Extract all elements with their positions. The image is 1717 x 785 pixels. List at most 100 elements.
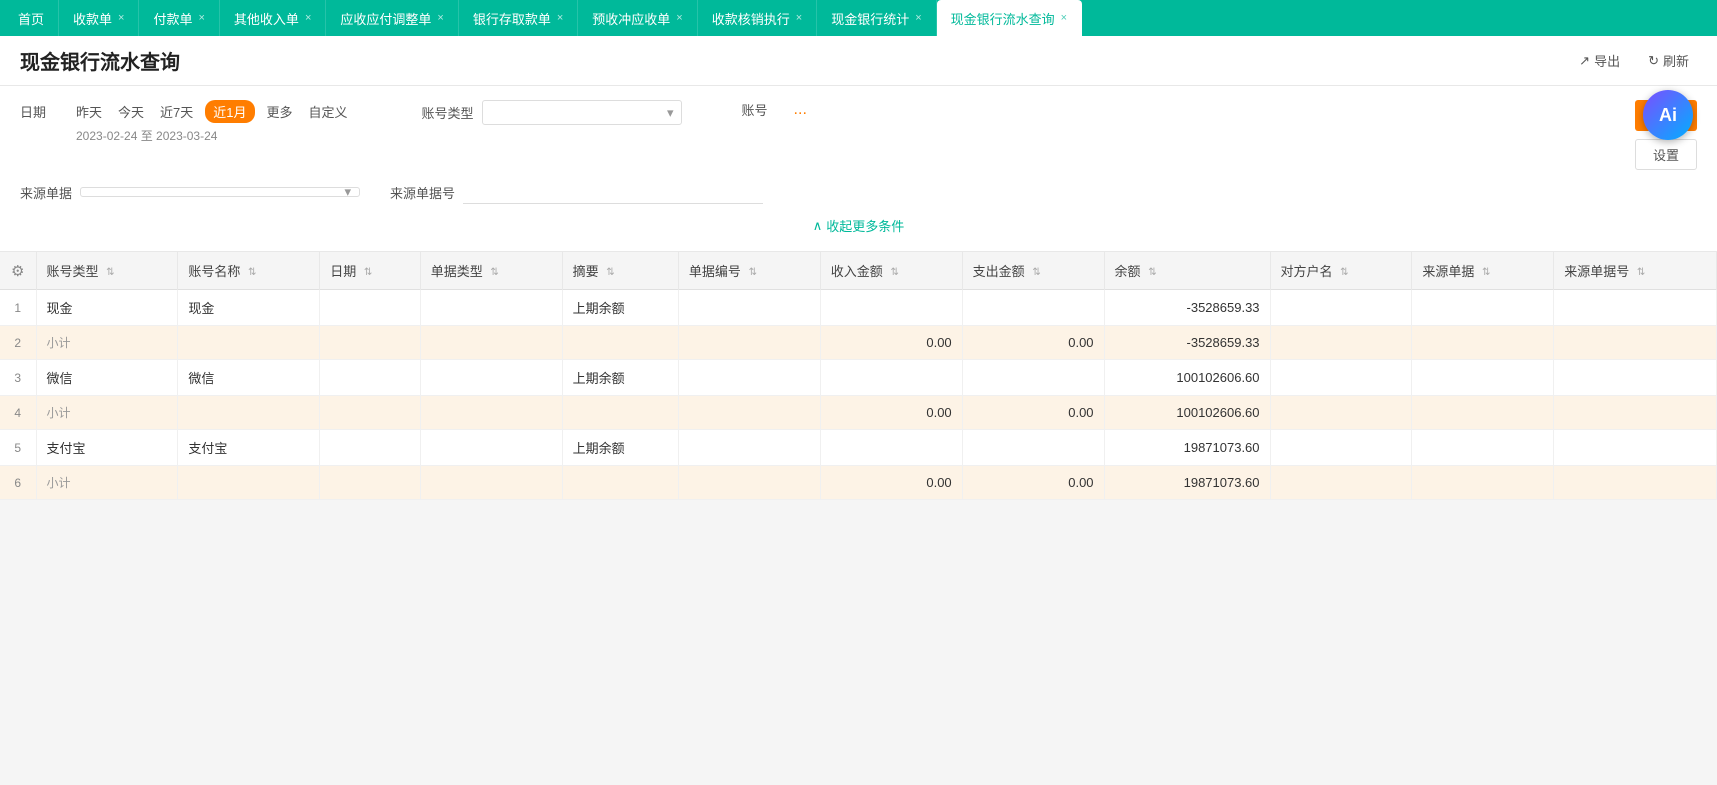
- filter-area: 日期 昨天 今天 近7天 近1月 更多 自定义 2023-02-24 至 202…: [0, 86, 1717, 252]
- column-source-doc[interactable]: 来源单据 ⇅: [1412, 252, 1554, 290]
- column-date[interactable]: 日期 ⇅: [320, 252, 420, 290]
- cell-balance: 19871073.60: [1104, 466, 1270, 500]
- row-number: 6: [0, 466, 36, 500]
- column-income[interactable]: 收入金额 ⇅: [820, 252, 962, 290]
- cell-expense: 0.00: [962, 326, 1104, 360]
- collapse-row[interactable]: ∧ 收起更多条件: [20, 212, 1697, 243]
- cell-expense: 0.00: [962, 396, 1104, 430]
- column-account-type[interactable]: 账号类型 ⇅: [36, 252, 178, 290]
- table-header-row: ⚙ 账号类型 ⇅ 账号名称 ⇅ 日期 ⇅ 单据类型 ⇅: [0, 252, 1717, 290]
- table-body: 1现金现金上期余额-3528659.332小计0.000.00-3528659.…: [0, 290, 1717, 500]
- nav-tab-6[interactable]: 收款核销执行 ×: [698, 0, 817, 36]
- dots-button[interactable]: ...: [794, 101, 807, 119]
- sort-arrows: ⇅: [1032, 267, 1040, 278]
- column-summary[interactable]: 摘要 ⇅: [562, 252, 678, 290]
- top-nav: 首页 收款单 × 付款单 × 其他收入单 × 应收应付调整单 × 银行存取款单 …: [0, 0, 1717, 36]
- cell-expense: [962, 360, 1104, 396]
- nav-tab-2[interactable]: 其他收入单 ×: [220, 0, 326, 36]
- cell-account-type: 小计: [36, 396, 178, 430]
- cell-account-type: 现金: [36, 290, 178, 326]
- date-1month[interactable]: 近1月: [205, 100, 254, 123]
- close-icon[interactable]: ×: [557, 12, 563, 24]
- column-balance[interactable]: 余额 ⇅: [1104, 252, 1270, 290]
- column-doc-type[interactable]: 单据类型 ⇅: [420, 252, 562, 290]
- cell-account-name: [178, 326, 320, 360]
- cell-account-type: 小计: [36, 326, 178, 360]
- nav-tab-4[interactable]: 银行存取款单 ×: [459, 0, 578, 36]
- row-number: 5: [0, 430, 36, 466]
- data-table: ⚙ 账号类型 ⇅ 账号名称 ⇅ 日期 ⇅ 单据类型 ⇅: [0, 252, 1717, 500]
- nav-tab-1[interactable]: 付款单 ×: [139, 0, 219, 36]
- close-icon[interactable]: ×: [118, 12, 124, 24]
- cell-account-name: [178, 396, 320, 430]
- table-row: 6小计0.000.0019871073.60: [0, 466, 1717, 500]
- row-number: 1: [0, 290, 36, 326]
- nav-home[interactable]: 首页: [4, 0, 59, 36]
- cell-account-type: 支付宝: [36, 430, 178, 466]
- date-label: 日期: [20, 102, 64, 121]
- source-num-input[interactable]: [463, 180, 763, 204]
- date-custom[interactable]: 自定义: [305, 100, 352, 123]
- table-row: 2小计0.000.00-3528659.33: [0, 326, 1717, 360]
- cell-income: 0.00: [820, 396, 962, 430]
- date-7days[interactable]: 近7天: [156, 100, 197, 123]
- date-yesterday[interactable]: 昨天: [72, 100, 106, 123]
- sort-arrows: ⇅: [248, 267, 256, 278]
- account-type-label: 账号类型: [422, 103, 474, 122]
- row-number: 3: [0, 360, 36, 396]
- date-more[interactable]: 更多: [263, 100, 297, 123]
- column-settings[interactable]: ⚙: [0, 252, 36, 290]
- source-filter-row: 来源单据 ▾ 来源单据号: [20, 180, 1697, 204]
- export-icon: ↗: [1579, 53, 1590, 69]
- row-number: 4: [0, 396, 36, 430]
- cell-income: 0.00: [820, 326, 962, 360]
- close-icon[interactable]: ×: [796, 12, 802, 24]
- cell-account-name: 微信: [178, 360, 320, 396]
- export-button[interactable]: ↗ 导出: [1571, 47, 1628, 74]
- table-container: ⚙ 账号类型 ⇅ 账号名称 ⇅ 日期 ⇅ 单据类型 ⇅: [0, 252, 1717, 500]
- cell-balance: 100102606.60: [1104, 360, 1270, 396]
- column-doc-no[interactable]: 单据编号 ⇅: [678, 252, 820, 290]
- source-num-label: 来源单据号: [390, 183, 455, 202]
- nav-tab-5[interactable]: 预收冲应收单 ×: [578, 0, 697, 36]
- source-doc-select[interactable]: ▾: [80, 187, 360, 197]
- settings-button[interactable]: 设置: [1635, 139, 1697, 170]
- nav-tab-7[interactable]: 现金银行统计 ×: [817, 0, 936, 36]
- gear-icon[interactable]: ⚙: [11, 263, 24, 280]
- close-icon[interactable]: ×: [437, 12, 443, 24]
- cell-income: [820, 360, 962, 396]
- cell-account-type: 微信: [36, 360, 178, 396]
- close-icon[interactable]: ×: [915, 12, 921, 24]
- column-counterpart[interactable]: 对方户名 ⇅: [1270, 252, 1412, 290]
- cell-income: [820, 430, 962, 466]
- cell-account-name: [178, 466, 320, 500]
- row-number: 2: [0, 326, 36, 360]
- account-type-select[interactable]: [482, 100, 682, 125]
- date-today[interactable]: 今天: [114, 100, 148, 123]
- cell-account-type: 小计: [36, 466, 178, 500]
- cell-balance: 100102606.60: [1104, 396, 1270, 430]
- close-icon[interactable]: ×: [676, 12, 682, 24]
- column-expense[interactable]: 支出金额 ⇅: [962, 252, 1104, 290]
- close-icon[interactable]: ×: [1061, 12, 1067, 24]
- cell-income: 0.00: [820, 466, 962, 500]
- nav-tab-8[interactable]: 现金银行流水查询 ×: [937, 0, 1082, 36]
- nav-tab-0[interactable]: 收款单 ×: [59, 0, 139, 36]
- column-account-name[interactable]: 账号名称 ⇅: [178, 252, 320, 290]
- source-doc-label: 来源单据: [20, 183, 72, 202]
- close-icon[interactable]: ×: [305, 12, 311, 24]
- sort-arrows: ⇅: [749, 267, 757, 278]
- ai-badge[interactable]: Ai: [1643, 90, 1693, 140]
- cell-balance: -3528659.33: [1104, 290, 1270, 326]
- sort-arrows: ⇅: [1637, 267, 1645, 278]
- refresh-button[interactable]: ↻ 刷新: [1640, 47, 1697, 74]
- sort-arrows: ⇅: [490, 267, 498, 278]
- header-actions: ↗ 导出 ↻ 刷新: [1571, 47, 1697, 74]
- nav-tab-3[interactable]: 应收应付调整单 ×: [326, 0, 458, 36]
- sort-arrows: ⇅: [606, 267, 614, 278]
- sort-arrows: ⇅: [364, 267, 372, 278]
- cell-account-name: 支付宝: [178, 430, 320, 466]
- column-source-doc-no[interactable]: 来源单据号 ⇅: [1554, 252, 1717, 290]
- cell-balance: -3528659.33: [1104, 326, 1270, 360]
- close-icon[interactable]: ×: [198, 12, 204, 24]
